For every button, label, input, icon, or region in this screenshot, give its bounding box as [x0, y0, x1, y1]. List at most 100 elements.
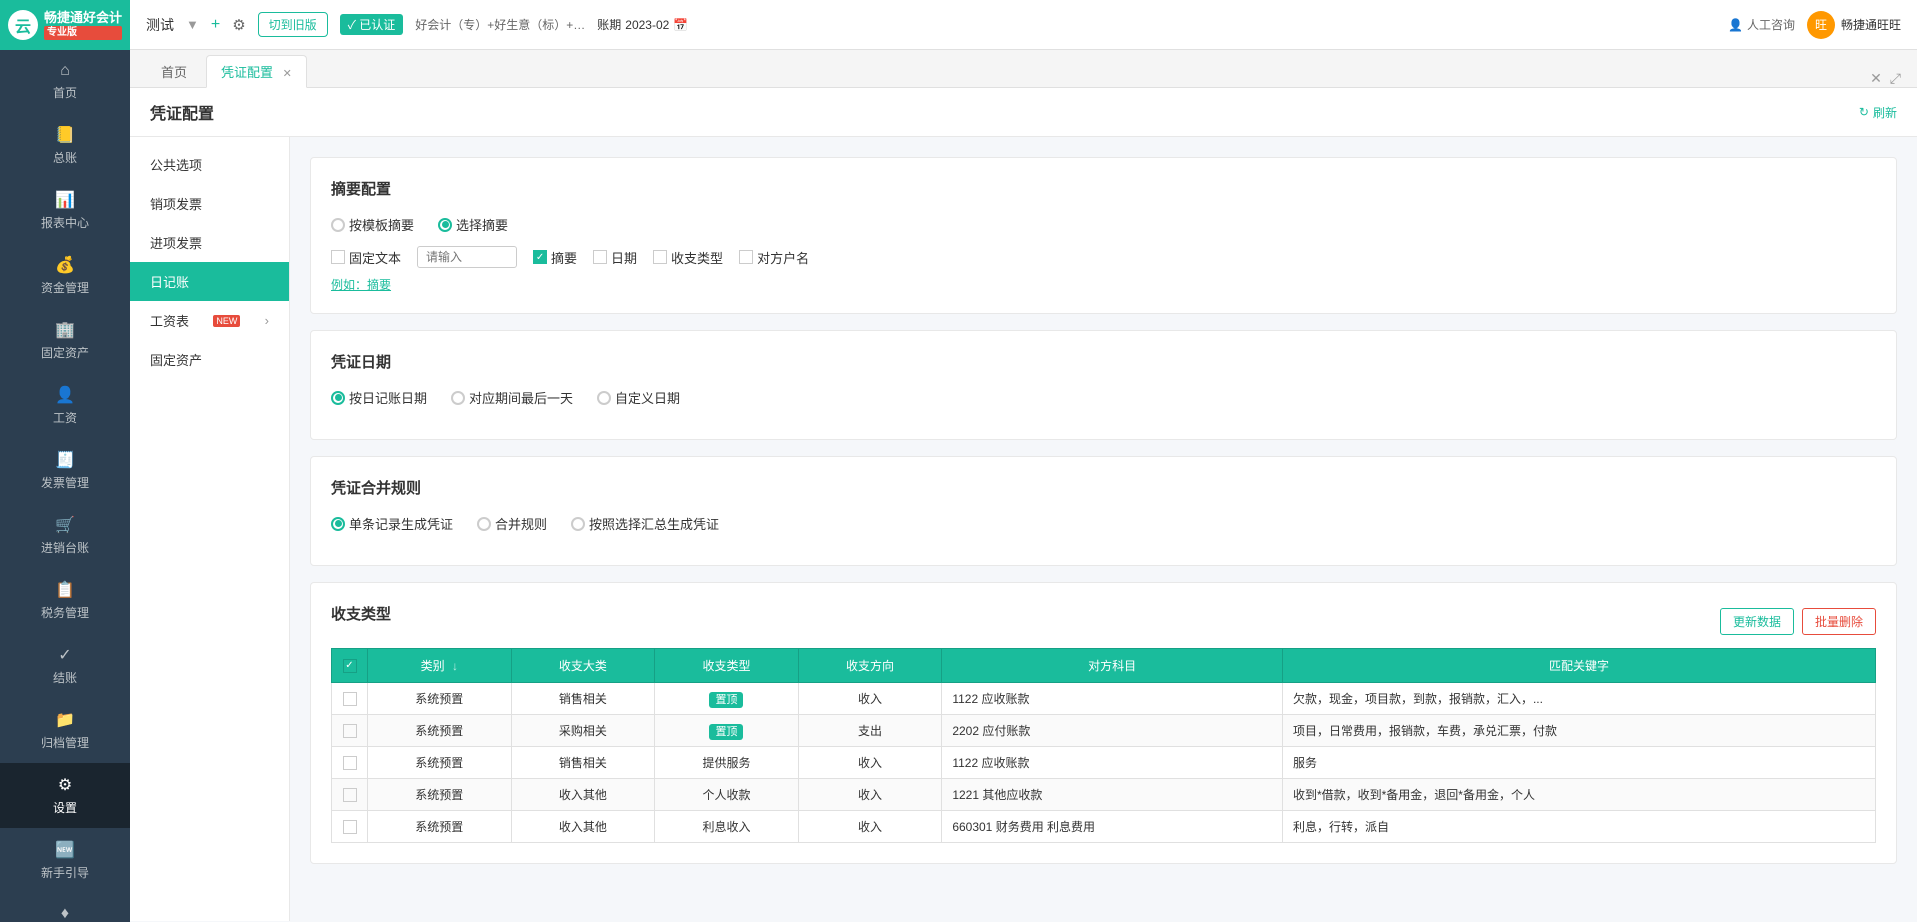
sidebar-nav: ⌂ 首页 📒 总账 📊 报表中心 💰 资金管理 🏢 固定资产 👤 工资 🧾 发票… [0, 50, 130, 922]
user-info[interactable]: 旺 畅捷通旺旺 [1807, 11, 1901, 39]
top-bar-right: 👤 人工咨询 旺 畅捷通旺旺 [1728, 11, 1901, 39]
radio-merge-rule[interactable]: 合并规则 [477, 514, 547, 533]
type-tag[interactable]: 置顶 [709, 692, 743, 708]
invoice-icon: 🧾 [55, 450, 75, 470]
content-layout: 公共选项 销项发票 进项发票 日记账 工资表 NEW › 固定资产 [130, 137, 1917, 921]
row-checkbox[interactable] [343, 788, 357, 802]
left-menu-item-payroll[interactable]: 工资表 NEW › [130, 301, 289, 340]
th-checkbox[interactable]: ✓ [332, 649, 368, 683]
sidebar-item-member[interactable]: ♦ 畅会员 [0, 893, 130, 922]
sidebar-item-ledger[interactable]: 📒 总账 [0, 113, 130, 178]
checkbox-summary[interactable]: ✓ 摘要 [533, 248, 577, 267]
window-expand-icon[interactable]: ⤢ [1890, 70, 1901, 87]
type-tag[interactable]: 置顶 [709, 724, 743, 740]
avatar: 旺 [1807, 11, 1835, 39]
consult-button[interactable]: 👤 人工咨询 [1728, 16, 1795, 33]
sidebar-item-settings[interactable]: ⚙ 设置 [0, 763, 130, 828]
left-menu-item-public[interactable]: 公共选项 [130, 145, 289, 184]
sidebar-item-label: 报表中心 [41, 214, 89, 231]
radio-custom-date[interactable]: 自定义日期 [597, 388, 680, 407]
settings-icon: ⚙ [58, 775, 72, 795]
row-category: 系统预置 [368, 683, 512, 715]
checkbox-fixed-text[interactable]: 固定文本 [331, 248, 401, 267]
merge-section: 凭证合并规则 单条记录生成凭证 合并规则 按照选择汇总生成凭证 [310, 456, 1897, 566]
update-data-button[interactable]: 更新数据 [1720, 608, 1794, 635]
ledger-icon: 📒 [55, 125, 75, 145]
row-checkbox-cell [332, 683, 368, 715]
top-bar-title: 测试 [146, 15, 174, 35]
th-keywords: 匹配关键字 [1282, 649, 1875, 683]
radio-single-record[interactable]: 单条记录生成凭证 [331, 514, 453, 533]
left-menu: 公共选项 销项发票 进项发票 日记账 工资表 NEW › 固定资产 [130, 137, 290, 921]
radio-circle-diary-date [331, 391, 345, 405]
checkbox-counterpart[interactable]: 对方户名 [739, 248, 809, 267]
row-subject: 1122 应收账款 [942, 683, 1283, 715]
radio-select-summary[interactable]: 选择摘要 [438, 215, 508, 234]
top-bar-add-icon[interactable]: + [211, 16, 220, 34]
sidebar-item-funds[interactable]: 💰 资金管理 [0, 243, 130, 308]
radio-summary-generate[interactable]: 按照选择汇总生成凭证 [571, 514, 719, 533]
sidebar-item-closing[interactable]: ✓ 结账 [0, 633, 130, 698]
th-subject: 对方科目 [942, 649, 1283, 683]
top-bar-settings-icon[interactable]: ⚙ [232, 16, 245, 34]
row-checkbox[interactable] [343, 820, 357, 834]
checkbox-payment-type[interactable]: 收支类型 [653, 248, 723, 267]
window-close-icon[interactable]: ✕ [1870, 70, 1882, 87]
row-subject: 660301 财务费用 利息费用 [942, 811, 1283, 843]
radio-circle-single [331, 517, 345, 531]
batch-delete-button[interactable]: 批量删除 [1802, 608, 1876, 635]
sidebar-item-home[interactable]: ⌂ 首页 [0, 50, 130, 113]
sort-icon: ↓ [452, 659, 458, 673]
sidebar: 云 畅捷通好会计 专业版 ⌂ 首页 📒 总账 📊 报表中心 💰 资金管理 🏢 固… [0, 0, 130, 922]
row-checkbox[interactable] [343, 692, 357, 706]
sidebar-item-label: 设置 [53, 799, 77, 816]
radio-diary-date[interactable]: 按日记账日期 [331, 388, 427, 407]
left-menu-item-sales-invoice[interactable]: 销项发票 [130, 184, 289, 223]
radio-template-summary[interactable]: 按模板摘要 [331, 215, 414, 234]
row-type: 置顶 [655, 715, 799, 747]
sidebar-item-tax[interactable]: 📋 税务管理 [0, 568, 130, 633]
row-checkbox-cell [332, 779, 368, 811]
example-link[interactable]: 摘要 [367, 278, 391, 292]
row-checkbox[interactable] [343, 756, 357, 770]
dropdown-arrow-icon[interactable]: ▼ [186, 17, 199, 32]
row-keywords: 项目，日常费用，报销款，车费，承兑汇票，付款 [1282, 715, 1875, 747]
left-menu-item-diary[interactable]: 日记账 [130, 262, 289, 301]
sidebar-item-label: 结账 [53, 669, 77, 686]
sidebar-item-archive[interactable]: 📁 归档管理 [0, 698, 130, 763]
sidebar-item-reports[interactable]: 📊 报表中心 [0, 178, 130, 243]
row-checkbox-cell [332, 747, 368, 779]
row-keywords: 利息，行转，派自 [1282, 811, 1875, 843]
left-menu-item-purchase-invoice[interactable]: 进项发票 [130, 223, 289, 262]
left-menu-item-fixed-assets[interactable]: 固定资产 [130, 340, 289, 379]
sidebar-item-salary[interactable]: 👤 工资 [0, 373, 130, 438]
sidebar-item-guide[interactable]: 🆕 新手引导 [0, 828, 130, 893]
row-checkbox[interactable] [343, 724, 357, 738]
radio-circle-checked [438, 218, 452, 232]
chevron-right-icon: › [265, 313, 269, 328]
radio-period-last-day[interactable]: 对应期间最后一天 [451, 388, 573, 407]
sidebar-item-assets[interactable]: 🏢 固定资产 [0, 308, 130, 373]
logo-icon: 云 [8, 10, 38, 40]
tab-voucher-config[interactable]: 凭证配置 ✕ [206, 55, 307, 88]
refresh-button[interactable]: ↻ 刷新 [1859, 104, 1897, 121]
switch-version-button[interactable]: 切到旧版 [258, 12, 328, 37]
checkbox-date[interactable]: 日期 [593, 248, 637, 267]
sidebar-item-label: 进销台账 [41, 539, 89, 556]
summary-section-title: 摘要配置 [331, 178, 1876, 199]
calendar-icon[interactable]: 📅 [673, 18, 688, 32]
row-direction: 收入 [798, 811, 942, 843]
fixed-text-input[interactable] [417, 246, 517, 268]
th-direction: 收支方向 [798, 649, 942, 683]
closing-icon: ✓ [58, 645, 71, 665]
row-direction: 支出 [798, 715, 942, 747]
purchase-icon: 🛒 [55, 515, 75, 535]
tab-home[interactable]: 首页 [146, 55, 202, 87]
row-type: 提供服务 [655, 747, 799, 779]
table-header-row: 收支类型 更新数据 批量删除 [331, 603, 1876, 640]
row-major: 销售相关 [511, 747, 655, 779]
sidebar-item-invoice[interactable]: 🧾 发票管理 [0, 438, 130, 503]
th-category[interactable]: 类别 ↓ [368, 649, 512, 683]
tab-close-icon[interactable]: ✕ [283, 68, 292, 80]
sidebar-item-purchase[interactable]: 🛒 进销台账 [0, 503, 130, 568]
